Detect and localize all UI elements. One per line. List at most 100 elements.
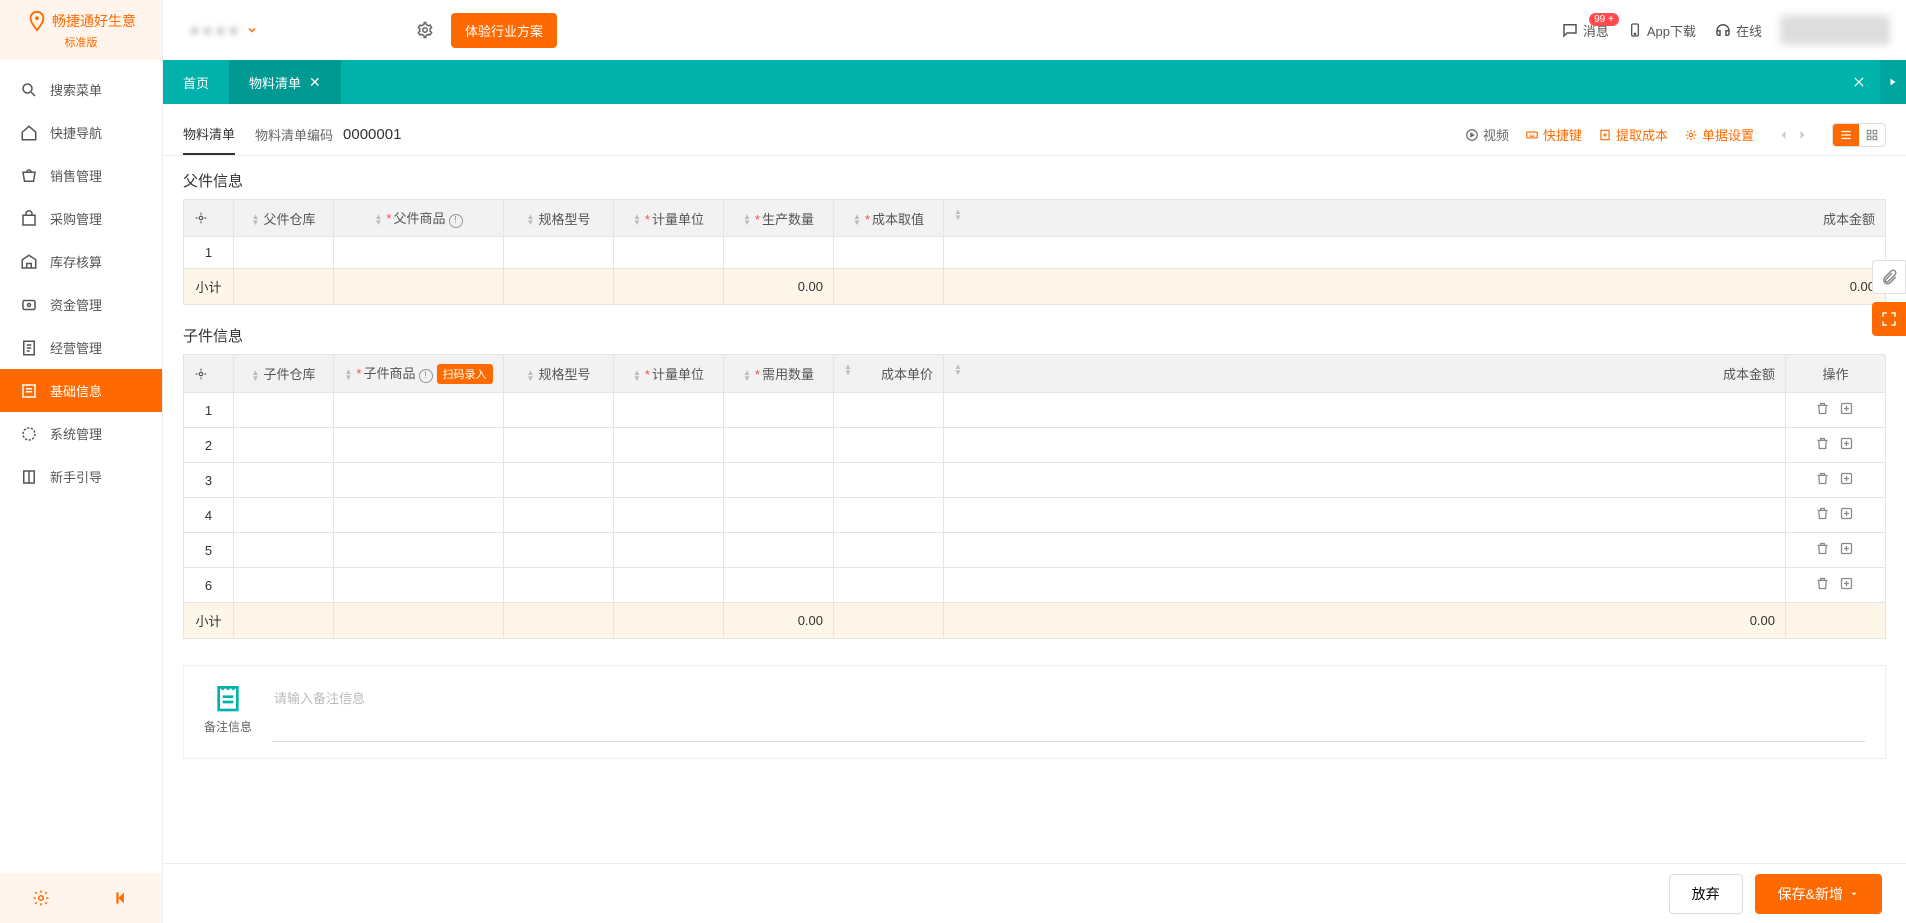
add-row-icon[interactable]: [1839, 401, 1857, 419]
tabstrip-more-icon[interactable]: [1880, 60, 1906, 104]
th-child-cost-price[interactable]: ▲▼成本单价: [834, 355, 944, 393]
sidebar-item-system[interactable]: 系统管理: [0, 412, 162, 455]
action-shortcut[interactable]: 快捷键: [1525, 125, 1582, 144]
topbar-messages[interactable]: 消息 99 +: [1561, 21, 1609, 40]
action-doc-settings[interactable]: 单据设置: [1684, 125, 1754, 144]
sidebar-item-operations[interactable]: 经营管理: [0, 326, 162, 369]
action-video[interactable]: 视频: [1465, 125, 1509, 144]
cell-child-cost-amount[interactable]: [944, 498, 1786, 533]
sidebar-item-basedata[interactable]: 基础信息: [0, 369, 162, 412]
cell-child-qty[interactable]: [724, 463, 834, 498]
th-parent-spec[interactable]: ▲▼规格型号: [504, 200, 614, 237]
th-child-qty[interactable]: ▲▼*需用数量: [724, 355, 834, 393]
cell-child-warehouse[interactable]: [234, 498, 334, 533]
delete-row-icon[interactable]: [1815, 436, 1833, 454]
delete-row-icon[interactable]: [1815, 506, 1833, 524]
cell-parent-qty[interactable]: [724, 237, 834, 269]
cell-child-cost-price[interactable]: [834, 568, 944, 603]
cell-child-cost-amount[interactable]: [944, 533, 1786, 568]
user-avatar-blurred[interactable]: [1780, 15, 1890, 45]
child-table-row[interactable]: 4: [184, 498, 1886, 533]
cell-child-unit[interactable]: [614, 428, 724, 463]
cell-parent-cost-amount[interactable]: [944, 237, 1886, 269]
discard-button[interactable]: 放弃: [1669, 874, 1743, 914]
info-icon[interactable]: !: [419, 369, 433, 383]
cell-child-warehouse[interactable]: [234, 533, 334, 568]
cell-child-warehouse[interactable]: [234, 463, 334, 498]
cell-child-unit[interactable]: [614, 533, 724, 568]
topbar-online[interactable]: 在线: [1714, 21, 1762, 40]
sidebar-item-purchase[interactable]: 采购管理: [0, 197, 162, 240]
child-table-row[interactable]: 6: [184, 568, 1886, 603]
child-table-row[interactable]: 2: [184, 428, 1886, 463]
cell-child-qty[interactable]: [724, 533, 834, 568]
th-parent-unit[interactable]: ▲▼*计量单位: [614, 200, 724, 237]
promo-button[interactable]: 体验行业方案: [451, 13, 557, 48]
add-row-icon[interactable]: [1839, 576, 1857, 594]
scan-entry-button[interactable]: 扫码录入: [437, 364, 493, 384]
cell-child-cost-price[interactable]: [834, 498, 944, 533]
cell-child-spec[interactable]: [504, 393, 614, 428]
tab-home[interactable]: 首页: [163, 60, 229, 104]
add-row-icon[interactable]: [1839, 506, 1857, 524]
add-row-icon[interactable]: [1839, 541, 1857, 559]
th-child-spec[interactable]: ▲▼规格型号: [504, 355, 614, 393]
cell-child-spec[interactable]: [504, 533, 614, 568]
panel-tab-bom[interactable]: 物料清单: [183, 114, 235, 155]
delete-row-icon[interactable]: [1815, 541, 1833, 559]
th-child-unit[interactable]: ▲▼*计量单位: [614, 355, 724, 393]
cell-child-spec[interactable]: [504, 428, 614, 463]
tabstrip-close-all-icon[interactable]: [1838, 60, 1880, 104]
cell-child-product[interactable]: [334, 498, 504, 533]
delete-row-icon[interactable]: [1815, 401, 1833, 419]
cell-child-qty[interactable]: [724, 428, 834, 463]
cell-child-cost-price[interactable]: [834, 533, 944, 568]
cell-child-spec[interactable]: [504, 498, 614, 533]
cell-child-warehouse[interactable]: [234, 428, 334, 463]
cell-child-cost-amount[interactable]: [944, 463, 1786, 498]
next-record-icon[interactable]: [1796, 129, 1808, 141]
save-add-button[interactable]: 保存&新增: [1755, 874, 1882, 914]
delete-row-icon[interactable]: [1815, 471, 1833, 489]
add-row-icon[interactable]: [1839, 471, 1857, 489]
th-parent-qty[interactable]: ▲▼*生产数量: [724, 200, 834, 237]
action-extract-cost[interactable]: 提取成本: [1598, 125, 1668, 144]
info-icon[interactable]: !: [449, 214, 463, 228]
cell-parent-unit[interactable]: [614, 237, 724, 269]
cell-child-warehouse[interactable]: [234, 393, 334, 428]
cell-child-unit[interactable]: [614, 568, 724, 603]
add-row-icon[interactable]: [1839, 436, 1857, 454]
cell-child-product[interactable]: [334, 428, 504, 463]
sidebar-item-sales[interactable]: 销售管理: [0, 154, 162, 197]
cell-child-unit[interactable]: [614, 393, 724, 428]
th-child-warehouse[interactable]: ▲▼子件仓库: [234, 355, 334, 393]
cell-child-unit[interactable]: [614, 463, 724, 498]
settings-gear-icon[interactable]: [32, 889, 50, 907]
cell-parent-product[interactable]: [334, 237, 504, 269]
child-table-row[interactable]: 3: [184, 463, 1886, 498]
child-table-row[interactable]: 5: [184, 533, 1886, 568]
cell-parent-cost-method[interactable]: [834, 237, 944, 269]
cell-child-product[interactable]: [334, 568, 504, 603]
attachment-icon[interactable]: [1872, 260, 1906, 294]
tab-bom[interactable]: 物料清单 ✕: [229, 60, 341, 104]
cell-child-product[interactable]: [334, 533, 504, 568]
cell-child-cost-price[interactable]: [834, 393, 944, 428]
cell-child-qty[interactable]: [724, 393, 834, 428]
th-child-product[interactable]: ▲▼*子件商品!扫码录入: [334, 355, 504, 393]
view-list-icon[interactable]: [1833, 124, 1859, 146]
sidebar-item-search[interactable]: 搜索菜单: [0, 68, 162, 111]
cell-child-product[interactable]: [334, 393, 504, 428]
cell-child-qty[interactable]: [724, 568, 834, 603]
sidebar-item-inventory[interactable]: 库存核算: [0, 240, 162, 283]
cell-child-spec[interactable]: [504, 568, 614, 603]
cell-parent-warehouse[interactable]: [234, 237, 334, 269]
child-table-row[interactable]: 1: [184, 393, 1886, 428]
cell-child-unit[interactable]: [614, 498, 724, 533]
cell-child-cost-amount[interactable]: [944, 393, 1786, 428]
th-parent-product[interactable]: ▲▼*父件商品!: [334, 200, 504, 237]
topbar-appdownload[interactable]: App下载: [1627, 21, 1696, 40]
cell-child-cost-price[interactable]: [834, 428, 944, 463]
close-icon[interactable]: ✕: [309, 74, 321, 91]
fullscreen-icon[interactable]: [1872, 302, 1906, 336]
